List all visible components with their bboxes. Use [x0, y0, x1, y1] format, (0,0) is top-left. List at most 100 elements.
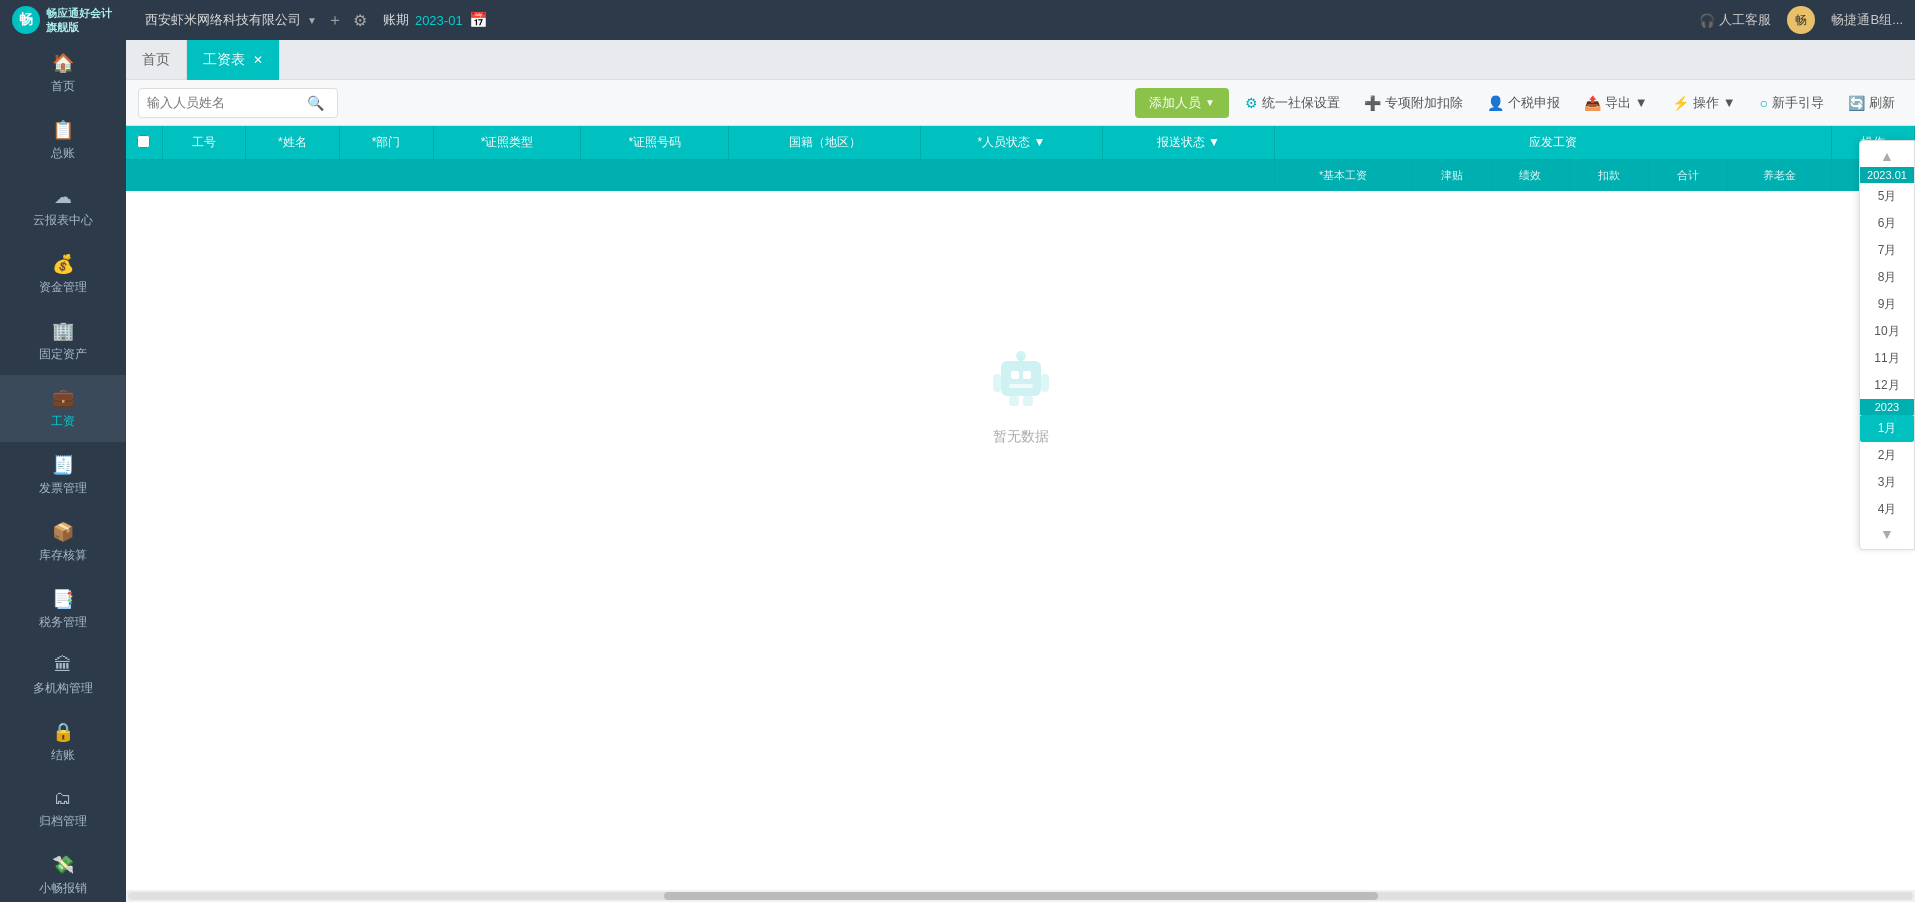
top-bar-actions: ＋ ⚙ [317, 10, 367, 31]
col-id-type: *证照类型 [433, 126, 581, 160]
social-security-label: 统一社保设置 [1262, 94, 1340, 112]
sidebar-item-invoice[interactable]: 🧾 发票管理 [0, 442, 126, 509]
export-label: 导出 [1605, 94, 1631, 112]
add-company-icon[interactable]: ＋ [327, 10, 343, 31]
month-panel-up[interactable]: ▲ [1877, 145, 1897, 167]
sidebar-label-tax: 税务管理 [39, 614, 87, 631]
month-panel-year-2023: 2023 [1860, 399, 1914, 415]
service-label: 人工客服 [1719, 11, 1771, 29]
sidebar-label-assets: 固定资产 [39, 346, 87, 363]
sub-col-pension: 养老金 [1728, 160, 1832, 192]
operations-arrow: ▼ [1723, 95, 1736, 110]
sidebar-item-tax[interactable]: 📑 税务管理 [0, 576, 126, 643]
sidebar-item-salary[interactable]: 💼 工资 [0, 375, 126, 442]
operations-btn[interactable]: ⚡ 操作 ▼ [1664, 94, 1744, 112]
add-person-label: 添加人员 [1149, 94, 1201, 112]
month-item-4[interactable]: 4月 [1860, 496, 1914, 523]
sidebar-label-cloud: 云报表中心 [33, 212, 93, 229]
select-all-checkbox[interactable] [137, 135, 150, 148]
col-nationality: 国籍（地区） [729, 126, 920, 160]
month-item-8[interactable]: 8月 [1860, 264, 1914, 291]
month-item-9[interactable]: 9月 [1860, 291, 1914, 318]
period-value: 2023-01 [415, 13, 463, 28]
new-guide-label: 新手引导 [1772, 94, 1824, 112]
empty-state: 暂无数据 [126, 191, 1915, 591]
add-person-arrow: ▼ [1205, 97, 1215, 108]
sidebar-item-home[interactable]: 🏠 首页 [0, 40, 126, 107]
social-security-icon: ⚙ [1245, 95, 1258, 111]
search-input[interactable] [147, 95, 307, 110]
app-logo: 畅 畅应通好会计 旗舰版 [12, 6, 137, 35]
sidebar-item-fund[interactable]: 💰 资金管理 [0, 241, 126, 308]
user-avatar[interactable]: 畅 [1787, 6, 1815, 34]
calendar-icon[interactable]: 📅 [469, 11, 488, 29]
add-person-button[interactable]: 添加人员 ▼ [1135, 88, 1229, 118]
month-item-10[interactable]: 10月 [1860, 318, 1914, 345]
content-area: 首页 工资表 ✕ 🔍 添加人员 ▼ ⚙ 统一社保设置 ➕ [126, 40, 1915, 902]
tab-salary-table[interactable]: 工资表 ✕ [187, 40, 280, 80]
month-item-7[interactable]: 7月 [1860, 237, 1914, 264]
scrollbar-thumb[interactable] [664, 892, 1378, 900]
sidebar-item-multi-org[interactable]: 🏛 多机构管理 [0, 643, 126, 709]
col-name: *姓名 [245, 126, 339, 160]
export-btn[interactable]: 📤 导出 ▼ [1576, 94, 1656, 112]
empty-icon-box [981, 336, 1061, 416]
tab-salary-close[interactable]: ✕ [253, 53, 263, 67]
special-deduct-label: 专项附加扣除 [1385, 94, 1463, 112]
sidebar-item-closing[interactable]: 🔒 结账 [0, 709, 126, 776]
sidebar-item-inventory[interactable]: 📦 库存核算 [0, 509, 126, 576]
personal-tax-btn[interactable]: 👤 个税申报 [1479, 94, 1568, 112]
table-scrollbar[interactable] [126, 890, 1915, 902]
sidebar-label-invoice: 发票管理 [39, 480, 87, 497]
salary-table: 工号 *姓名 *部门 *证照类型 *证照号码 国籍（地区） *人员状态 ▼ 报送… [126, 126, 1915, 191]
sidebar-item-general-ledger[interactable]: 📋 总账 [0, 107, 126, 174]
month-item-5[interactable]: 5月 [1860, 183, 1914, 210]
main-layout: 🏠 首页 📋 总账 ☁ 云报表中心 💰 资金管理 🏢 固定资产 💼 工资 🧾 发… [0, 40, 1915, 902]
col-id-number: *证照号码 [581, 126, 729, 160]
sidebar-item-xiaochang[interactable]: 💸 小畅报销 [0, 842, 126, 902]
refresh-btn[interactable]: 🔄 刷新 [1840, 94, 1903, 112]
sidebar-item-assets[interactable]: 🏢 固定资产 [0, 308, 126, 375]
empty-robot-icon [981, 336, 1061, 416]
company-selector[interactable]: 西安虾米网络科技有限公司 ▼ [145, 11, 317, 29]
sidebar-item-cloud-report[interactable]: ☁ 云报表中心 [0, 174, 126, 241]
month-panel: ▲ 2023.01 5月 6月 7月 8月 9月 10月 11月 12月 202… [1859, 140, 1915, 550]
month-item-6[interactable]: 6月 [1860, 210, 1914, 237]
month-item-2[interactable]: 2月 [1860, 442, 1914, 469]
col-department: *部门 [339, 126, 433, 160]
col-checkbox[interactable] [126, 126, 162, 160]
customer-service-btn[interactable]: 🎧 人工客服 [1699, 11, 1771, 29]
username[interactable]: 畅捷通B组... [1831, 11, 1903, 29]
refresh-label: 刷新 [1869, 94, 1895, 112]
year-header-label: 2023.01 [1867, 169, 1907, 181]
refresh-icon: 🔄 [1848, 95, 1865, 111]
report-filter-icon[interactable]: ▼ [1208, 135, 1220, 149]
month-panel-year-header: 2023.01 [1860, 167, 1914, 183]
special-deduct-btn[interactable]: ➕ 专项附加扣除 [1356, 94, 1471, 112]
month-panel-down[interactable]: ▼ [1877, 523, 1897, 545]
new-guide-btn[interactable]: ○ 新手引导 [1752, 94, 1832, 112]
settings-icon[interactable]: ⚙ [353, 11, 367, 30]
sub-col-total: 合计 [1649, 160, 1728, 192]
svg-rect-5 [1019, 356, 1023, 362]
month-item-3[interactable]: 3月 [1860, 469, 1914, 496]
tab-home[interactable]: 首页 [126, 40, 187, 80]
sidebar-label-ledger: 总账 [51, 145, 75, 162]
sidebar-item-archive[interactable]: 🗂 归档管理 [0, 776, 126, 842]
col-status: *人员状态 ▼ [920, 126, 1102, 160]
month-item-11[interactable]: 11月 [1860, 345, 1914, 372]
month-item-12[interactable]: 12月 [1860, 372, 1914, 399]
sidebar-label-inventory: 库存核算 [39, 547, 87, 564]
inventory-icon: 📦 [52, 521, 74, 543]
archive-icon: 🗂 [54, 788, 72, 809]
status-filter-icon[interactable]: ▼ [1033, 135, 1045, 149]
month-item-1[interactable]: 1月 [1860, 415, 1914, 442]
operations-icon: ⚡ [1672, 95, 1689, 111]
multi-org-icon: 🏛 [54, 655, 72, 676]
logo-icon: 畅 [12, 6, 40, 34]
ledger-icon: 📋 [52, 119, 74, 141]
tabs-bar: 首页 工资表 ✕ [126, 40, 1915, 80]
company-dropdown-arrow[interactable]: ▼ [307, 15, 317, 26]
top-bar: 畅 畅应通好会计 旗舰版 西安虾米网络科技有限公司 ▼ ＋ ⚙ 账期 2023-… [0, 0, 1915, 40]
social-security-btn[interactable]: ⚙ 统一社保设置 [1237, 94, 1348, 112]
